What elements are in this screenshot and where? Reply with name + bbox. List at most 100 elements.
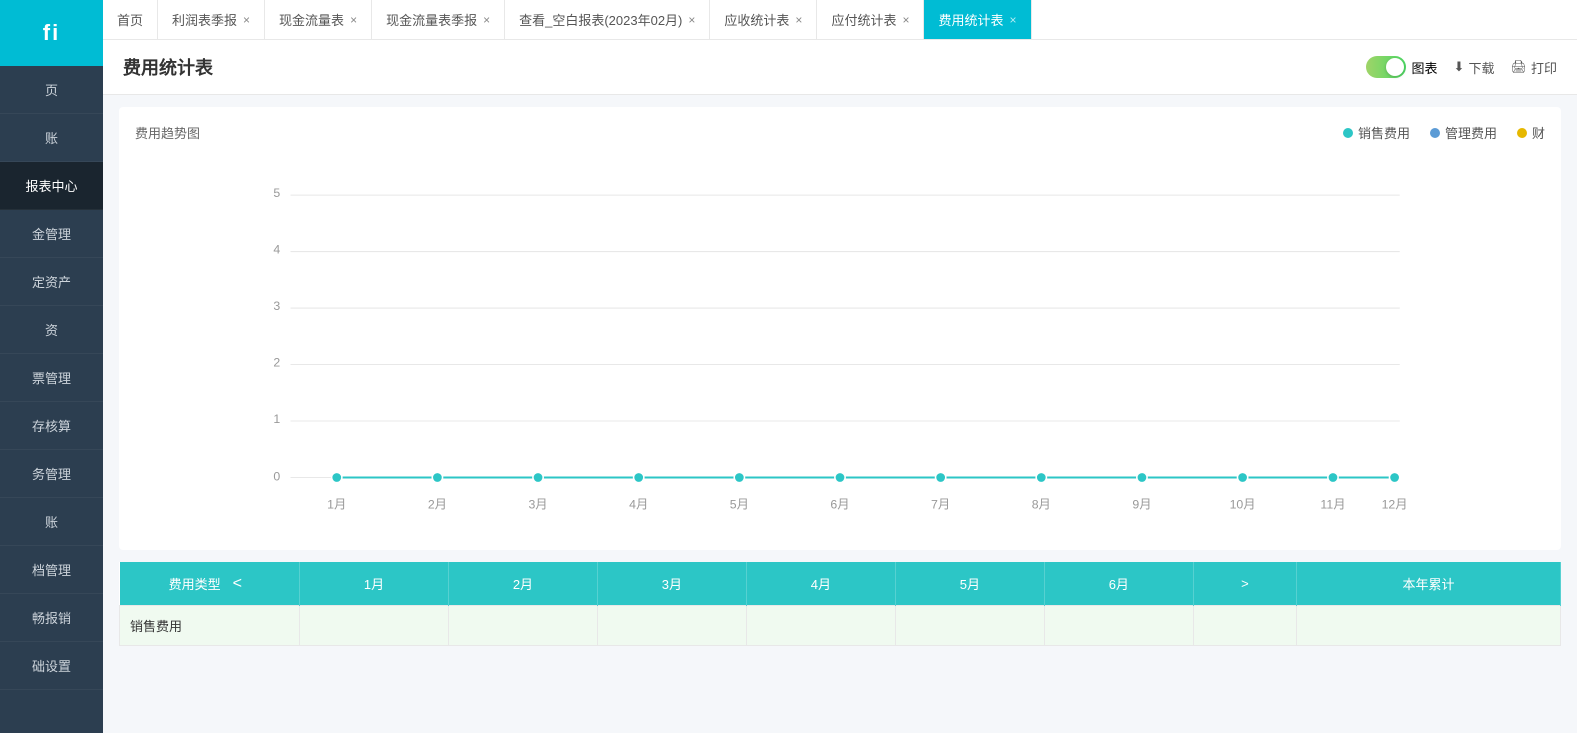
legend-dot-sales — [1343, 128, 1353, 138]
svg-text:10月: 10月 — [1230, 497, 1256, 511]
svg-text:2: 2 — [273, 356, 280, 370]
col-header-type: 费用类型 < — [120, 562, 300, 606]
tab-home[interactable]: 首页 — [103, 0, 158, 39]
close-payable-tab[interactable]: × — [902, 13, 909, 27]
row-val-6 — [1044, 606, 1193, 646]
page-content: 费用统计表 图表 ⬇ 下载 🖨 打印 — [103, 40, 1577, 733]
svg-text:5月: 5月 — [730, 497, 749, 511]
close-receivable-tab[interactable]: × — [795, 13, 802, 27]
expense-table: 费用类型 < 1月 2月 3月 4月 5月 6月 > — [119, 562, 1561, 646]
close-profit-tab[interactable]: × — [243, 13, 250, 27]
col-arrow-left[interactable]: < — [225, 575, 250, 593]
svg-text:11月: 11月 — [1320, 497, 1345, 511]
col-header-ytd: 本年累计 — [1297, 562, 1561, 606]
row-val-1 — [300, 606, 449, 646]
svg-text:3月: 3月 — [528, 497, 547, 511]
sidebar-item-settings[interactable]: 础设置 — [0, 642, 103, 690]
header-actions: 图表 ⬇ 下载 🖨 打印 — [1366, 56, 1557, 78]
tab-cashflow[interactable]: 现金流量表 × — [265, 0, 372, 39]
line-chart-svg: 0 1 2 3 4 5 1月 2月 3月 — [135, 154, 1545, 534]
page-title: 费用统计表 — [123, 54, 213, 80]
legend-label-finance: 财 — [1532, 123, 1545, 142]
sidebar-item-report-center[interactable]: 报表中心 — [0, 162, 103, 210]
tab-expense[interactable]: 费用统计表 × — [924, 0, 1031, 39]
tab-bar: 首页 利润表季报 × 现金流量表 × 现金流量表季报 × 查看_空白报表(202… — [103, 0, 1577, 40]
sidebar-item-account[interactable]: 账 — [0, 114, 103, 162]
close-cashflow-tab[interactable]: × — [350, 13, 357, 27]
row-label-sales: 销售费用 — [120, 606, 300, 646]
sidebar-item-archive[interactable]: 档管理 — [0, 546, 103, 594]
close-cashflow-quarter-tab[interactable]: × — [483, 13, 490, 27]
chart-title: 费用趋势图 — [135, 123, 200, 142]
row-val-arrow — [1193, 606, 1296, 646]
table-row: 销售费用 — [120, 606, 1561, 646]
toggle-label: 图表 — [1412, 58, 1438, 77]
sidebar-item-inventory[interactable]: 存核算 — [0, 402, 103, 450]
sidebar-item-service[interactable]: 务管理 — [0, 450, 103, 498]
toggle-track[interactable] — [1366, 56, 1406, 78]
col-header-arrow-right[interactable]: > — [1193, 562, 1296, 606]
chart-legend: 销售费用 管理费用 财 — [1343, 123, 1545, 142]
close-blank-report-tab[interactable]: × — [688, 13, 695, 27]
tab-profit[interactable]: 利润表季报 × — [158, 0, 265, 39]
print-button[interactable]: 🖨 打印 — [1510, 58, 1557, 77]
svg-text:3: 3 — [273, 299, 280, 313]
page-header: 费用统计表 图表 ⬇ 下载 🖨 打印 — [103, 40, 1577, 95]
col-header-1: 1月 — [300, 562, 449, 606]
legend-dot-mgmt — [1430, 128, 1440, 138]
row-val-4 — [746, 606, 895, 646]
svg-text:4: 4 — [273, 243, 280, 257]
tab-cashflow-quarter[interactable]: 现金流量表季报 × — [372, 0, 505, 39]
col-header-3: 3月 — [597, 562, 746, 606]
sidebar: fi 页 账 报表中心 金管理 定资产 资 票管理 存核算 务管理 账 档管理 … — [0, 0, 103, 733]
sidebar-item-ticket[interactable]: 票管理 — [0, 354, 103, 402]
sidebar-item-investment[interactable]: 资 — [0, 306, 103, 354]
svg-text:9月: 9月 — [1132, 497, 1151, 511]
sidebar-item-home[interactable]: 页 — [0, 66, 103, 114]
col-header-5: 5月 — [895, 562, 1044, 606]
tab-blank-report[interactable]: 查看_空白报表(2023年02月) × — [505, 0, 710, 39]
legend-sales: 销售费用 — [1343, 123, 1410, 142]
legend-mgmt: 管理费用 — [1430, 123, 1497, 142]
close-expense-tab[interactable]: × — [1009, 13, 1016, 27]
svg-text:0: 0 — [273, 470, 280, 484]
toggle-thumb — [1386, 58, 1404, 76]
legend-finance: 财 — [1517, 123, 1545, 142]
svg-text:1: 1 — [273, 412, 280, 426]
svg-text:1月: 1月 — [327, 497, 346, 511]
main-content: 首页 利润表季报 × 现金流量表 × 现金流量表季报 × 查看_空白报表(202… — [103, 0, 1577, 733]
download-icon: ⬇ — [1454, 59, 1465, 75]
tab-payable[interactable]: 应付统计表 × — [817, 0, 924, 39]
print-icon: 🖨 — [1510, 59, 1527, 75]
svg-text:8月: 8月 — [1032, 497, 1051, 511]
row-val-3 — [597, 606, 746, 646]
row-val-2 — [448, 606, 597, 646]
svg-text:6月: 6月 — [830, 497, 849, 511]
svg-text:5: 5 — [273, 186, 280, 200]
download-button[interactable]: ⬇ 下载 — [1454, 58, 1495, 77]
col-arrow-right[interactable]: > — [1241, 576, 1249, 591]
chart-header: 费用趋势图 销售费用 管理费用 财 — [135, 123, 1545, 142]
row-val-5 — [895, 606, 1044, 646]
legend-label-sales: 销售费用 — [1358, 123, 1410, 142]
legend-label-mgmt: 管理费用 — [1445, 123, 1497, 142]
svg-text:7月: 7月 — [931, 497, 950, 511]
sidebar-item-write-off[interactable]: 畅报销 — [0, 594, 103, 642]
col-header-4: 4月 — [746, 562, 895, 606]
tab-receivable[interactable]: 应收统计表 × — [710, 0, 817, 39]
sidebar-item-fixed-assets[interactable]: 定资产 — [0, 258, 103, 306]
row-val-ytd — [1297, 606, 1561, 646]
chart-section: 费用趋势图 销售费用 管理费用 财 — [119, 107, 1561, 550]
legend-dot-finance — [1517, 128, 1527, 138]
svg-text:2月: 2月 — [428, 497, 447, 511]
sidebar-item-sub-account[interactable]: 账 — [0, 498, 103, 546]
chart-container: 0 1 2 3 4 5 1月 2月 3月 — [135, 154, 1545, 534]
chart-toggle[interactable]: 图表 — [1366, 56, 1438, 78]
col-header-6: 6月 — [1044, 562, 1193, 606]
sidebar-item-fund[interactable]: 金管理 — [0, 210, 103, 258]
svg-text:12月: 12月 — [1382, 497, 1408, 511]
col-header-2: 2月 — [448, 562, 597, 606]
svg-text:4月: 4月 — [629, 497, 648, 511]
app-logo: fi — [0, 0, 103, 66]
table-section: 费用类型 < 1月 2月 3月 4月 5月 6月 > — [119, 562, 1561, 646]
